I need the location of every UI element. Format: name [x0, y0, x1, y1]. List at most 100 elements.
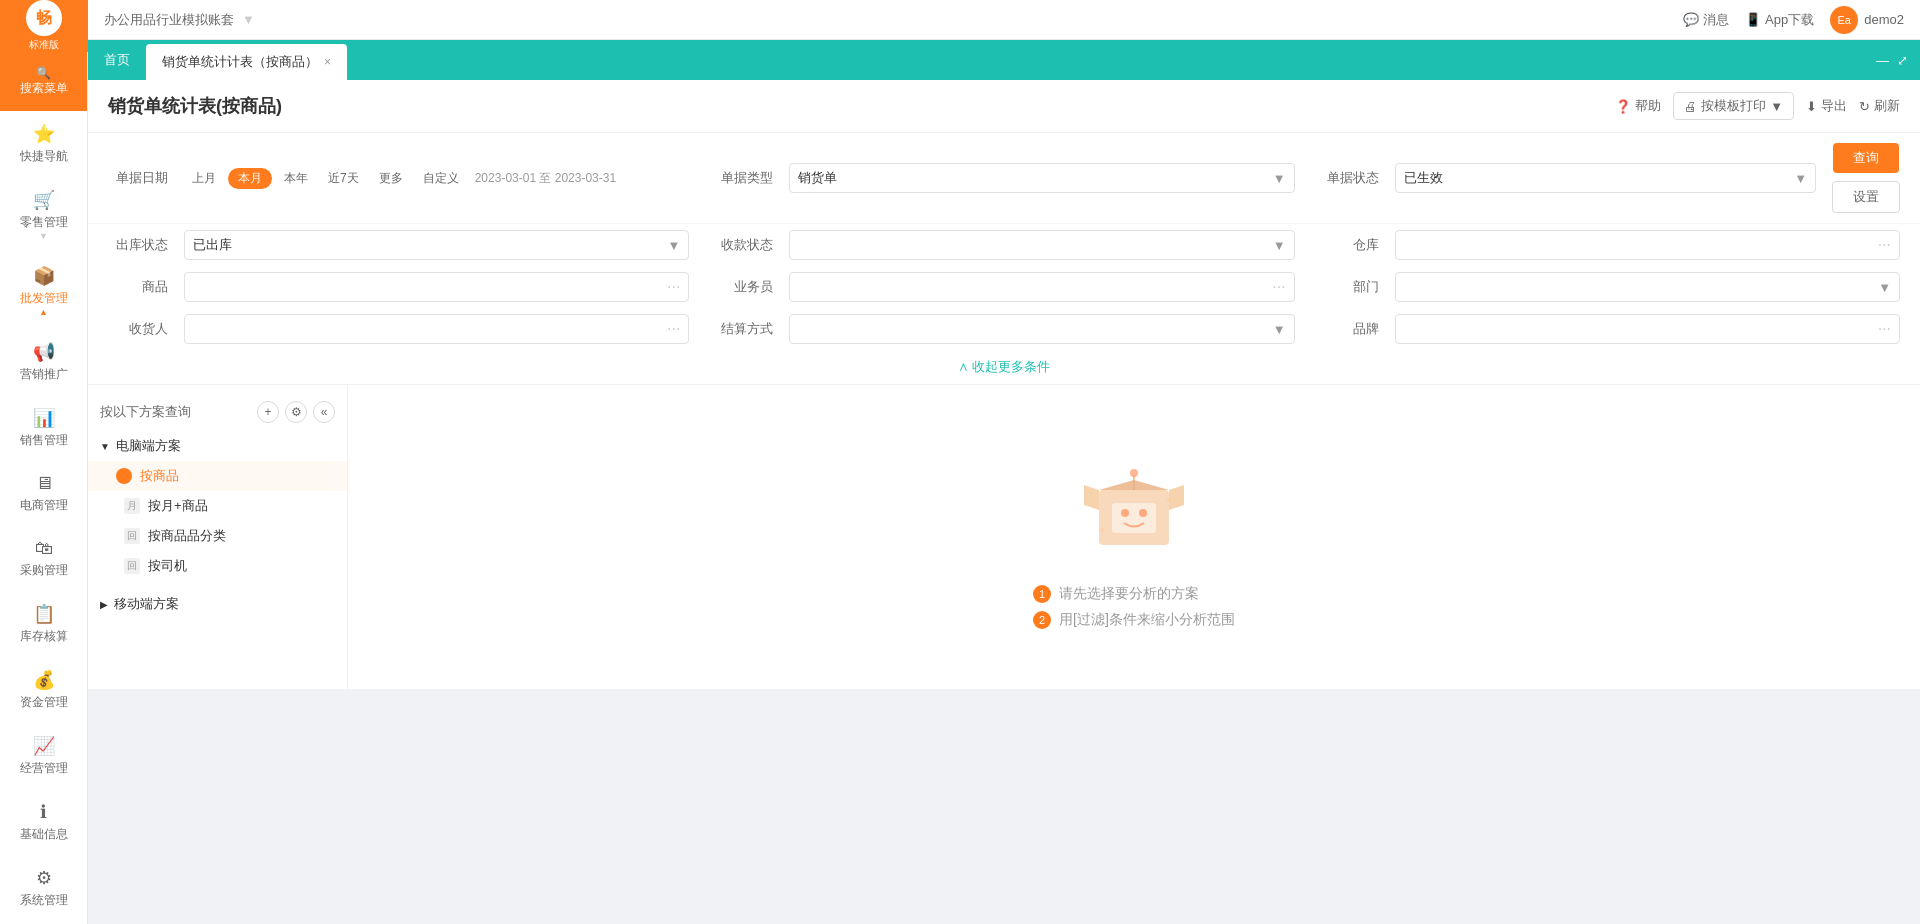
empty-state: 1 请先选择要分析的方案 2 用[过滤]条件来缩小分析范围 — [348, 385, 1920, 689]
sidebar-item-retail[interactable]: 🛒 零售管理 ▼ — [0, 177, 87, 253]
help-btn[interactable]: ❓ 帮助 — [1615, 97, 1661, 115]
refresh-icon: ↻ — [1859, 99, 1870, 114]
sidebar-item-purchase[interactable]: 🛍 采购管理 — [0, 526, 87, 591]
consignee-label: 收货人 — [108, 320, 168, 338]
marketing-icon: 📢 — [33, 341, 55, 363]
breadcrumb-text: 办公用品行业模拟账套 — [104, 11, 234, 29]
basics-label: 基础信息 — [20, 826, 68, 843]
print-chevron: ▼ — [1770, 99, 1783, 114]
query-button[interactable]: 查询 — [1833, 143, 1899, 173]
sidebar-item-inventory[interactable]: 📋 库存核算 — [0, 591, 87, 657]
warehouse-dots: ··· — [1878, 236, 1891, 254]
custom-btn[interactable]: 自定义 — [415, 168, 467, 189]
bymonth-icon: 月 — [124, 498, 140, 514]
bydriver-icon: 回 — [124, 558, 140, 574]
goods-input[interactable]: ··· — [184, 272, 689, 302]
svg-point-8 — [1130, 469, 1138, 477]
consignee-input[interactable]: ··· — [184, 314, 689, 344]
scheme-pc-group[interactable]: ▼ 电脑端方案 — [88, 431, 347, 461]
operations-icon: 📈 — [33, 735, 55, 757]
sales-input[interactable]: ··· — [789, 272, 1294, 302]
sidebar-item-operations[interactable]: 📈 经营管理 — [0, 723, 87, 789]
dept-select[interactable]: ▼ — [1395, 272, 1900, 302]
sidebar-item-system[interactable]: ⚙ 系统管理 — [0, 855, 87, 921]
collapse-btn: ∧ 收起更多条件 — [958, 359, 1051, 374]
system-icon: ⚙ — [36, 867, 52, 889]
message-btn[interactable]: 💬 消息 — [1683, 11, 1729, 29]
app-download-btn[interactable]: 📱 App下载 — [1745, 11, 1814, 29]
sidebar-item-sales[interactable]: 📊 销售管理 — [0, 395, 87, 461]
sidebar-item-ecommerce[interactable]: 🖥 电商管理 — [0, 461, 87, 526]
scheme-item-bymonth[interactable]: 月 按月+商品 — [88, 491, 347, 521]
operations-label: 经营管理 — [20, 760, 68, 777]
title-actions: ❓ 帮助 🖨 按模板打印 ▼ ⬇ 导出 ↻ 刷新 — [1615, 92, 1900, 120]
dept-label: 部门 — [1319, 278, 1379, 296]
sidebar-item-wholesale[interactable]: 📦 批发管理 ▲ — [0, 253, 87, 329]
user-avatar: Ea — [1830, 6, 1858, 34]
receipt-status-label: 收款状态 — [713, 236, 773, 254]
refresh-btn[interactable]: ↻ 刷新 — [1859, 97, 1900, 115]
settlement-select[interactable]: ▼ — [789, 314, 1294, 344]
content-card: 销货单统计表(按商品) ❓ 帮助 🖨 按模板打印 ▼ ⬇ 导出 — [88, 80, 1920, 689]
doc-type-label: 单据类型 — [713, 169, 773, 187]
svg-marker-2 — [1084, 485, 1099, 510]
search-menu-item[interactable]: 🔍 搜索菜单 — [0, 52, 87, 111]
empty-illustration — [1074, 445, 1194, 565]
tip-num-1: 1 — [1033, 585, 1051, 603]
doc-type-value: 销货单 — [798, 169, 837, 187]
brand-label: 品牌 — [1319, 320, 1379, 338]
scheme-item-bydriver[interactable]: 回 按司机 — [88, 551, 347, 581]
goods-label: 商品 — [108, 278, 168, 296]
warehouse-input[interactable]: ··· — [1395, 230, 1900, 260]
sidebar-item-finance[interactable]: 💰 资金管理 — [0, 657, 87, 723]
svg-point-6 — [1139, 509, 1147, 517]
empty-tip-2: 2 用[过滤]条件来缩小分析范围 — [1033, 611, 1235, 629]
more-btn[interactable]: 更多 — [371, 168, 411, 189]
tip-text-1: 请先选择要分析的方案 — [1059, 585, 1199, 603]
tab-minimize-btn[interactable]: — — [1876, 53, 1889, 68]
sidebar-item-marketing[interactable]: 📢 营销推广 — [0, 329, 87, 395]
svg-point-10 — [1100, 528, 1104, 532]
doc-status-value: 已生效 — [1404, 169, 1443, 187]
pc-group-label: 电脑端方案 — [116, 437, 181, 455]
scheme-edit-btn[interactable]: ⚙ — [285, 401, 307, 423]
retail-label: 零售管理 — [20, 214, 68, 231]
tab-close-btn[interactable]: × — [324, 55, 331, 69]
tab-expand-area: — ⤢ — [1864, 53, 1920, 68]
export-btn[interactable]: ⬇ 导出 — [1806, 97, 1847, 115]
svg-marker-3 — [1169, 485, 1184, 510]
doc-status-chevron: ▼ — [1794, 171, 1807, 186]
setting-button[interactable]: 设置 — [1832, 181, 1900, 213]
export-icon: ⬇ — [1806, 99, 1817, 114]
empty-tip-1: 1 请先选择要分析的方案 — [1033, 585, 1235, 603]
sidebar-item-quicknav[interactable]: ⭐ 快捷导航 — [0, 111, 87, 177]
doc-type-select[interactable]: 销货单 ▼ — [789, 163, 1294, 193]
scheme-item-bycategory[interactable]: 回 按商品品分类 — [88, 521, 347, 551]
print-btn[interactable]: 🖨 按模板打印 ▼ — [1673, 92, 1794, 120]
sidebar-item-basics[interactable]: ℹ 基础信息 — [0, 789, 87, 855]
right-content: 1 请先选择要分析的方案 2 用[过滤]条件来缩小分析范围 — [348, 385, 1920, 689]
user-info[interactable]: Ea demo2 — [1830, 6, 1904, 34]
filter-row-2: 出库状态 已出库 ▼ 收款状态 ▼ 仓库 ··· — [88, 224, 1920, 266]
scheme-collapse-btn[interactable]: « — [313, 401, 335, 423]
this-year-btn[interactable]: 本年 — [276, 168, 316, 189]
sales-label: 业务员 — [713, 278, 773, 296]
scheme-add-btn[interactable]: + — [257, 401, 279, 423]
doc-status-select[interactable]: 已生效 ▼ — [1395, 163, 1816, 193]
purchase-label: 采购管理 — [20, 562, 68, 579]
last7-btn[interactable]: 近7天 — [320, 168, 367, 189]
settlement-chevron: ▼ — [1273, 322, 1286, 337]
scheme-mobile-group[interactable]: ▶ 移动端方案 — [88, 589, 347, 619]
logo-icon: 畅 — [26, 0, 62, 36]
tab-home[interactable]: 首页 — [88, 40, 146, 80]
out-status-select[interactable]: 已出库 ▼ — [184, 230, 689, 260]
brand-input[interactable]: ··· — [1395, 314, 1900, 344]
tip-num-2: 2 — [1033, 611, 1051, 629]
this-month-btn[interactable]: 本月 — [228, 168, 272, 189]
scheme-item-bygood[interactable]: 按商品 — [88, 461, 347, 491]
collapse-bar[interactable]: ∧ 收起更多条件 — [88, 350, 1920, 385]
last-month-btn[interactable]: 上月 — [184, 168, 224, 189]
receipt-status-select[interactable]: ▼ — [789, 230, 1294, 260]
tab-maximize-btn[interactable]: ⤢ — [1897, 53, 1908, 68]
tab-sales-stat[interactable]: 销货单统计计表（按商品） × — [146, 44, 347, 80]
